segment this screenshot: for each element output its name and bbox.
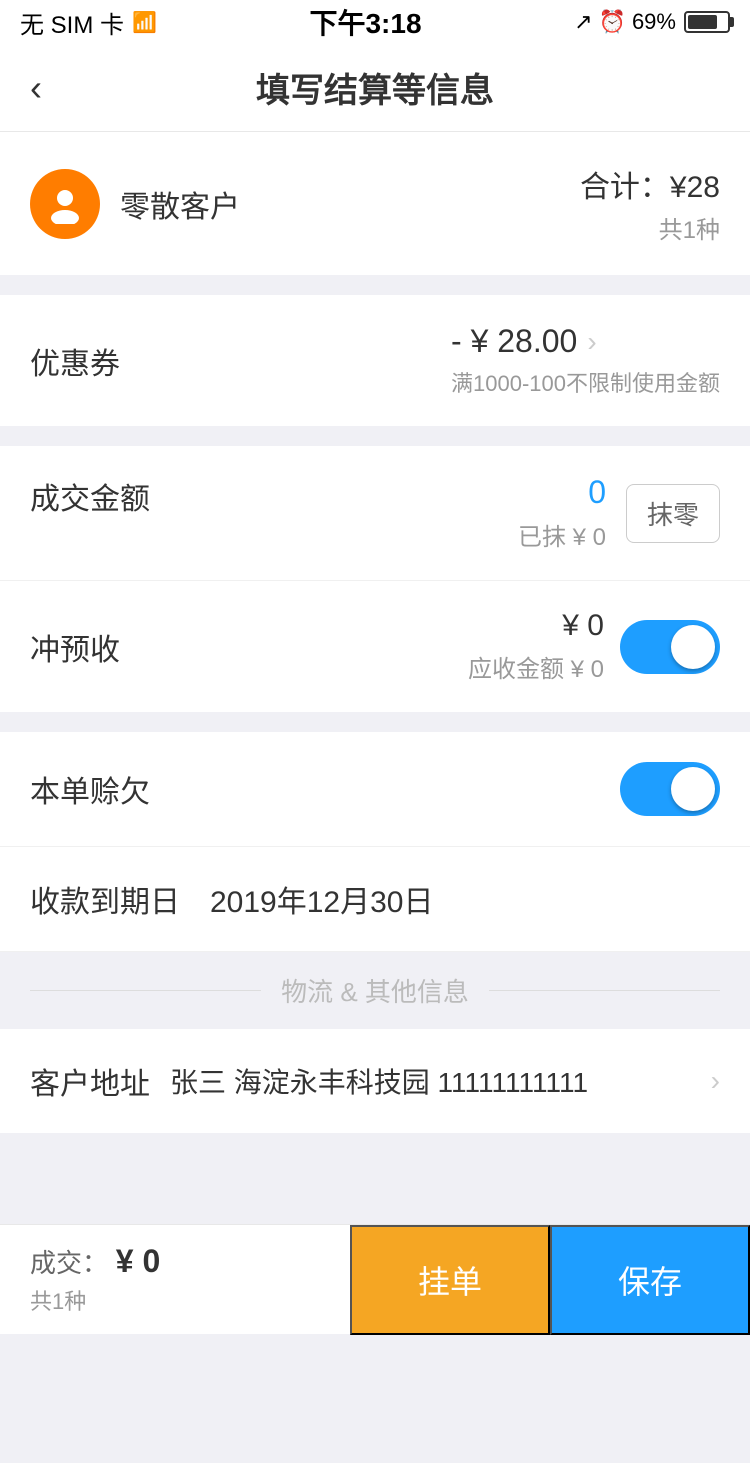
carrier-text: 无 SIM 卡 bbox=[20, 5, 124, 40]
address-row[interactable]: 客户地址 张三 海淀永丰科技园 11111111111 › bbox=[0, 1029, 750, 1133]
prepayment-amount: ¥ 0 bbox=[562, 609, 604, 643]
status-right: ↗ ⏰ 69% bbox=[574, 9, 730, 35]
customer-info: 零散客户 bbox=[30, 169, 240, 239]
due-date-label: 收款到期日 bbox=[30, 877, 180, 921]
deal-value-area: 0 已抹 ¥ 0 bbox=[518, 474, 606, 552]
coupon-right: - ¥ 28.00 › 满1000-100不限制使用金额 bbox=[451, 323, 720, 398]
deal-amount-right: 0 已抹 ¥ 0 抹零 bbox=[518, 474, 720, 552]
credit-row: 本单赊欠 bbox=[0, 732, 750, 847]
deal-amount-row: 成交金额 0 已抹 ¥ 0 抹零 bbox=[0, 446, 750, 581]
logistics-divider-text: 物流 & 其他信息 bbox=[281, 972, 469, 1009]
credit-label: 本单赊欠 bbox=[30, 767, 150, 811]
nav-bar: ‹ 填写结算等信息 bbox=[0, 44, 750, 132]
battery-percent: 69% bbox=[632, 9, 676, 35]
chevron-right-icon: › bbox=[587, 326, 596, 358]
pending-button[interactable]: 挂单 bbox=[350, 1225, 550, 1335]
address-label: 客户地址 bbox=[30, 1059, 150, 1103]
customer-avatar bbox=[30, 169, 100, 239]
deal-sub: 已抹 ¥ 0 bbox=[518, 517, 606, 552]
credit-toggle[interactable] bbox=[620, 762, 720, 816]
coupon-discount: - ¥ 28.00 bbox=[451, 323, 577, 360]
wifi-icon: 📶 bbox=[132, 10, 157, 35]
bottom-deal-row: 成交： ¥ 0 bbox=[30, 1243, 320, 1280]
address-chevron-icon: › bbox=[711, 1065, 720, 1097]
prepayment-amounts: ¥ 0 应收金额 ¥ 0 bbox=[468, 609, 604, 684]
status-left: 无 SIM 卡 📶 bbox=[20, 5, 157, 40]
prepayment-receivable: 应收金额 ¥ 0 bbox=[468, 649, 604, 684]
round-zero-button[interactable]: 抹零 bbox=[626, 484, 720, 543]
coupon-section[interactable]: 优惠券 - ¥ 28.00 › 满1000-100不限制使用金额 bbox=[0, 295, 750, 426]
location-icon: ↗ bbox=[574, 9, 592, 35]
customer-name: 零散客户 bbox=[120, 182, 240, 226]
address-section[interactable]: 客户地址 张三 海淀永丰科技园 11111111111 › bbox=[0, 1029, 750, 1133]
credit-toggle-knob bbox=[671, 767, 715, 811]
prepayment-toggle[interactable] bbox=[620, 620, 720, 674]
bottom-deal-amount: ¥ 0 bbox=[116, 1243, 160, 1279]
prepayment-row: 冲预收 ¥ 0 应收金额 ¥ 0 bbox=[0, 581, 750, 712]
prepayment-label: 冲预收 bbox=[30, 625, 120, 669]
customer-total: 合计：¥28 共1种 bbox=[580, 162, 720, 245]
customer-row: 零散客户 合计：¥28 共1种 bbox=[0, 132, 750, 275]
page-title: 填写结算等信息 bbox=[256, 63, 494, 112]
total-count: 共1种 bbox=[580, 210, 720, 245]
back-button[interactable]: ‹ bbox=[20, 57, 52, 119]
transaction-section: 成交金额 0 已抹 ¥ 0 抹零 冲预收 ¥ 0 应收金额 ¥ 0 bbox=[0, 446, 750, 712]
credit-section: 本单赊欠 收款到期日 2019年12月30日 bbox=[0, 732, 750, 952]
coupon-label: 优惠券 bbox=[30, 339, 120, 383]
bottom-deal-count: 共1种 bbox=[30, 1284, 320, 1316]
coupon-row[interactable]: 优惠券 - ¥ 28.00 › 满1000-100不限制使用金额 bbox=[0, 295, 750, 426]
bottom-deal-label: 成交： bbox=[30, 1248, 108, 1278]
battery-icon bbox=[684, 11, 730, 33]
alarm-icon: ⏰ bbox=[599, 9, 626, 35]
deal-value: 0 bbox=[518, 474, 606, 511]
total-amount: 合计：¥28 bbox=[580, 162, 720, 206]
toggle-knob bbox=[671, 625, 715, 669]
logistics-divider: 物流 & 其他信息 bbox=[0, 952, 750, 1029]
status-bar: 无 SIM 卡 📶 下午3:18 ↗ ⏰ 69% bbox=[0, 0, 750, 44]
due-date-value: 2019年12月30日 bbox=[210, 877, 433, 921]
address-value: 张三 海淀永丰科技园 11111111111 bbox=[170, 1061, 711, 1101]
bottom-info: 成交： ¥ 0 共1种 bbox=[0, 1243, 350, 1316]
coupon-description: 满1000-100不限制使用金额 bbox=[451, 366, 720, 398]
due-date-row: 收款到期日 2019年12月30日 bbox=[0, 847, 750, 952]
prepayment-right: ¥ 0 应收金额 ¥ 0 bbox=[468, 609, 720, 684]
deal-amount-label: 成交金额 bbox=[30, 474, 150, 518]
status-time: 下午3:18 bbox=[309, 2, 421, 42]
save-button[interactable]: 保存 bbox=[550, 1225, 750, 1335]
bottom-padding bbox=[0, 1353, 750, 1463]
bottom-bar: 成交： ¥ 0 共1种 挂单 保存 bbox=[0, 1224, 750, 1334]
